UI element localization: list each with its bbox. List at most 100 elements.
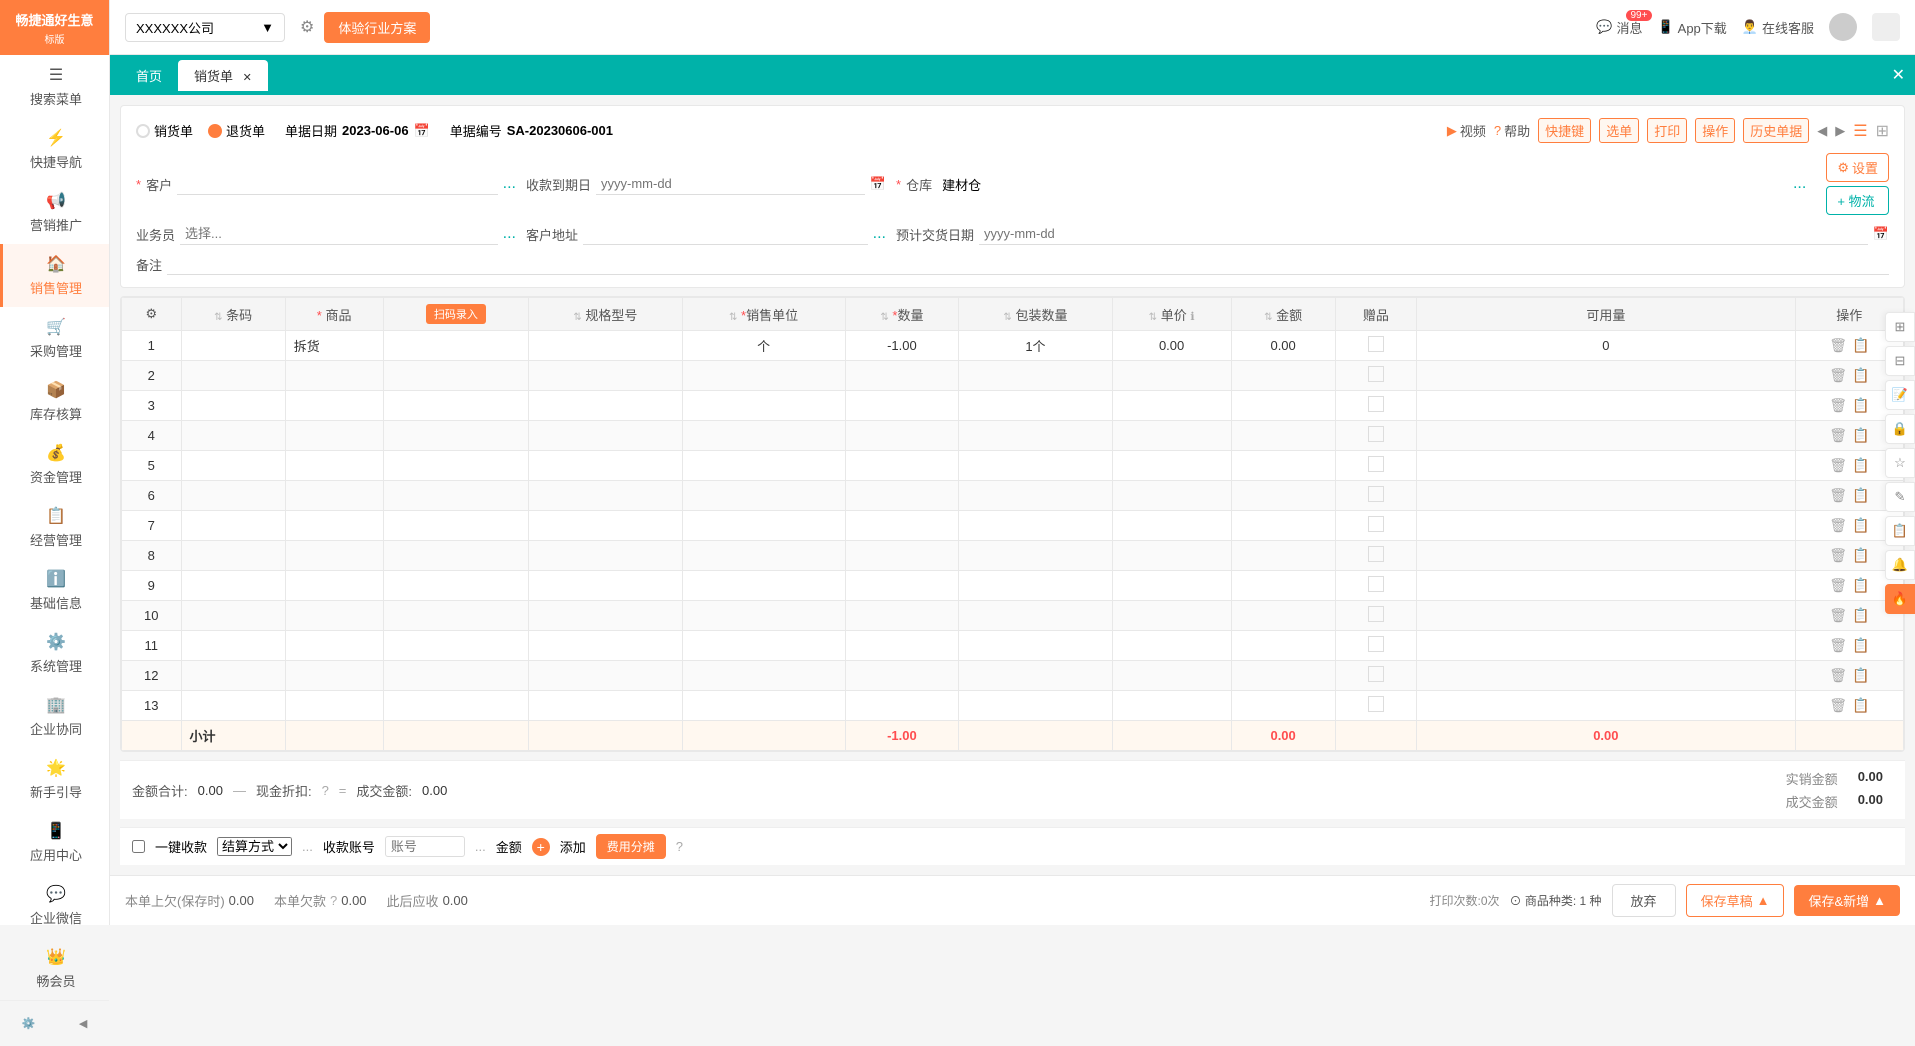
row-price[interactable] xyxy=(1112,451,1231,481)
row-pkg-qty[interactable] xyxy=(959,631,1112,661)
row-amount[interactable] xyxy=(1231,541,1335,571)
help-action[interactable]: ? 帮助 xyxy=(1494,121,1530,140)
row-delete-icon[interactable]: 🗑 xyxy=(1829,607,1847,624)
sidebar-item-marketing[interactable]: 📢 营销推广 xyxy=(0,181,109,244)
expected-date-calendar-icon[interactable]: 📅 xyxy=(1873,226,1889,242)
salesperson-input[interactable] xyxy=(180,223,498,245)
logistics-button[interactable]: + 物流 xyxy=(1826,186,1889,215)
row-unit[interactable] xyxy=(682,511,845,541)
row-gift[interactable] xyxy=(1335,511,1416,541)
row-price[interactable] xyxy=(1112,421,1231,451)
cash-discount-help-icon[interactable]: ? xyxy=(322,783,329,798)
row-product[interactable] xyxy=(285,571,383,601)
row-delete-icon[interactable]: 🗑 xyxy=(1829,517,1847,534)
row-price[interactable] xyxy=(1112,661,1231,691)
row-amount[interactable] xyxy=(1231,571,1335,601)
expense-split-button[interactable]: 费用分摊 xyxy=(596,834,666,859)
row-qty[interactable] xyxy=(845,691,959,721)
bank-account-dots-icon[interactable]: ... xyxy=(475,839,486,854)
row-copy-icon[interactable]: 📋 xyxy=(1852,397,1869,414)
float-btn-7[interactable]: 📋 xyxy=(1885,516,1915,546)
row-pkg-qty[interactable] xyxy=(959,481,1112,511)
gift-checkbox[interactable] xyxy=(1368,546,1384,562)
row-copy-icon[interactable]: 📋 xyxy=(1852,457,1869,474)
row-product[interactable] xyxy=(285,481,383,511)
row-spec[interactable] xyxy=(529,451,682,481)
one-click-payment-checkbox[interactable] xyxy=(132,840,145,853)
sidebar-item-sales-mgmt[interactable]: 🏠 销售管理 xyxy=(0,244,109,307)
row-spec[interactable] xyxy=(529,421,682,451)
sidebar-item-member[interactable]: 👑 畅会员 xyxy=(0,937,109,1000)
float-btn-3[interactable]: 📝 xyxy=(1885,380,1915,410)
gift-checkbox[interactable] xyxy=(1368,636,1384,652)
avatar[interactable] xyxy=(1829,13,1857,41)
row-delete-icon[interactable]: 🗑 xyxy=(1829,667,1847,684)
total-owed-help-icon[interactable]: ? xyxy=(330,893,337,908)
row-qty[interactable] xyxy=(845,571,959,601)
row-gift[interactable] xyxy=(1335,661,1416,691)
row-product[interactable] xyxy=(285,691,383,721)
row-barcode[interactable] xyxy=(181,631,285,661)
row-pkg-qty[interactable] xyxy=(959,691,1112,721)
customer-addr-dots-icon[interactable]: ... xyxy=(873,225,886,243)
row-pkg-qty[interactable] xyxy=(959,661,1112,691)
gift-checkbox[interactable] xyxy=(1368,366,1384,382)
row-copy-icon[interactable]: 📋 xyxy=(1852,367,1869,384)
gift-checkbox[interactable] xyxy=(1368,576,1384,592)
row-qty[interactable]: -1.00 xyxy=(845,331,959,361)
row-product[interactable] xyxy=(285,661,383,691)
row-qty[interactable] xyxy=(845,421,959,451)
calc-method-select[interactable]: 结算方式 xyxy=(217,837,292,856)
row-pkg-qty[interactable] xyxy=(959,421,1112,451)
row-copy-icon[interactable]: 📋 xyxy=(1852,667,1869,684)
expected-date-input[interactable] xyxy=(979,223,1868,245)
tabbar-close-icon[interactable]: ✕ xyxy=(1892,65,1905,85)
row-unit[interactable]: 个 xyxy=(682,331,845,361)
row-spec[interactable] xyxy=(529,661,682,691)
row-amount[interactable] xyxy=(1231,391,1335,421)
row-gift[interactable] xyxy=(1335,391,1416,421)
row-qty[interactable] xyxy=(845,361,959,391)
payment-due-input[interactable] xyxy=(596,173,865,195)
warehouse-dots-icon[interactable]: ... xyxy=(1793,175,1806,193)
row-amount[interactable] xyxy=(1231,421,1335,451)
row-qty[interactable] xyxy=(845,451,959,481)
abandon-button[interactable]: 放弃 xyxy=(1612,884,1676,917)
sidebar-item-purchase-mgmt[interactable]: 🛒 采购管理 xyxy=(0,307,109,370)
row-price[interactable] xyxy=(1112,631,1231,661)
row-gift[interactable] xyxy=(1335,451,1416,481)
row-barcode[interactable] xyxy=(181,451,285,481)
row-spec[interactable] xyxy=(529,331,682,361)
row-pkg-qty[interactable] xyxy=(959,511,1112,541)
row-gift[interactable] xyxy=(1335,631,1416,661)
radio-return[interactable]: 退货单 xyxy=(208,121,265,140)
row-barcode[interactable] xyxy=(181,601,285,631)
row-amount[interactable] xyxy=(1231,661,1335,691)
row-product[interactable] xyxy=(285,631,383,661)
row-pkg-qty[interactable] xyxy=(959,571,1112,601)
table-settings-icon[interactable]: ⚙ xyxy=(145,306,157,321)
row-pkg-qty[interactable] xyxy=(959,541,1112,571)
row-delete-icon[interactable]: 🗑 xyxy=(1829,397,1847,414)
row-gift[interactable] xyxy=(1335,421,1416,451)
row-copy-icon[interactable]: 📋 xyxy=(1852,577,1869,594)
app-download-button[interactable]: 📱 App下载 xyxy=(1657,18,1726,37)
grid-view-icon[interactable]: ⊞ xyxy=(1876,121,1889,141)
row-product[interactable] xyxy=(285,601,383,631)
row-unit[interactable] xyxy=(682,481,845,511)
gift-checkbox[interactable] xyxy=(1368,396,1384,412)
row-pkg-qty[interactable] xyxy=(959,601,1112,631)
sidebar-collapse[interactable]: ◀ xyxy=(74,1009,92,1038)
row-unit[interactable] xyxy=(682,631,845,661)
sidebar-settings[interactable]: ⚙️ xyxy=(17,1009,41,1038)
tab-sales-order[interactable]: 销货单 ✕ xyxy=(178,60,268,91)
gift-checkbox[interactable] xyxy=(1368,456,1384,472)
row-spec[interactable] xyxy=(529,601,682,631)
row-spec[interactable] xyxy=(529,391,682,421)
list-view-icon[interactable]: ☰ xyxy=(1853,121,1867,141)
scan-button[interactable]: 扫码录入 xyxy=(426,304,486,324)
row-barcode[interactable] xyxy=(181,661,285,691)
row-price[interactable] xyxy=(1112,361,1231,391)
row-price[interactable]: 0.00 xyxy=(1112,331,1231,361)
row-delete-icon[interactable]: 🗑 xyxy=(1829,337,1847,354)
